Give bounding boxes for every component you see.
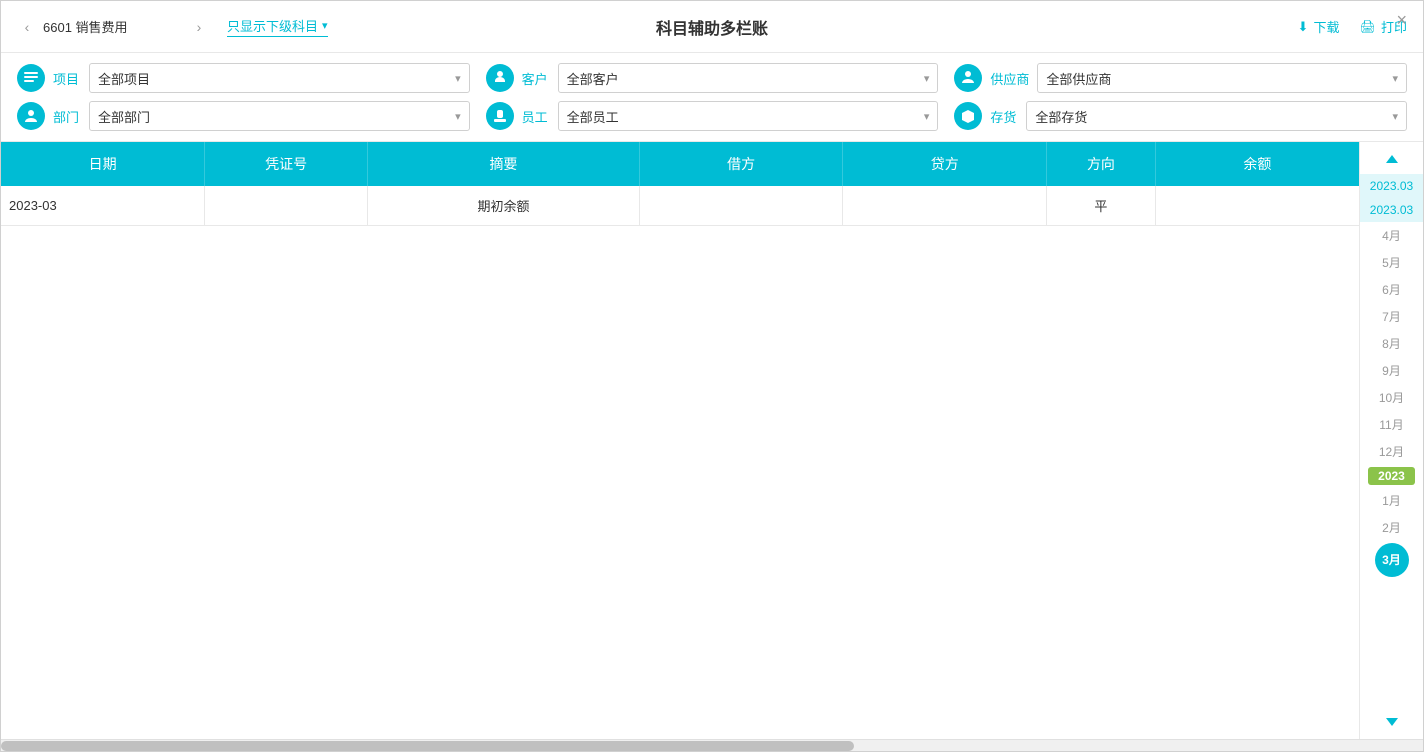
- supplier-arrow-icon: ▾: [1392, 72, 1398, 85]
- supplier-select[interactable]: 全部供应商 ▾: [1037, 63, 1407, 93]
- dept-filter-item: 部门 全部部门 ▾: [17, 101, 470, 131]
- customer-value: 全部客户: [567, 69, 619, 88]
- employee-select[interactable]: 全部员工 ▾: [558, 101, 939, 131]
- nav-area: ‹ 6601 销售费用 › 只显示下级科目 ▾: [17, 16, 328, 37]
- main-table-area: 日期 凭证号 摘要 借方 贷方 方向 余额 2023-03 期初余额: [1, 142, 1359, 739]
- close-button[interactable]: ×: [1396, 11, 1407, 29]
- customer-arrow-icon: ▾: [924, 72, 930, 85]
- employee-icon: [486, 102, 514, 130]
- cell-date: 2023-03: [1, 186, 205, 226]
- month-item-2[interactable]: 2月: [1360, 514, 1423, 541]
- month-item-7[interactable]: 7月: [1360, 303, 1423, 330]
- supplier-label: 供应商: [990, 69, 1029, 88]
- supplier-icon: [954, 64, 982, 92]
- download-label: 下载: [1313, 17, 1339, 36]
- month-item-9[interactable]: 9月: [1360, 357, 1423, 384]
- col-debit: 借方: [639, 142, 843, 186]
- scrollbar-thumb[interactable]: [1, 741, 854, 751]
- project-label: 项目: [53, 69, 81, 88]
- month-up-arrow[interactable]: [1378, 146, 1406, 174]
- top-bar: ‹ 6601 销售费用 › 只显示下级科目 ▾ 科目辅助多栏账 ⬇ 下载 🖨 打…: [1, 1, 1423, 53]
- dept-select[interactable]: 全部部门 ▾: [89, 101, 470, 131]
- inventory-icon: [954, 102, 982, 130]
- supplier-value: 全部供应商: [1046, 69, 1111, 88]
- inventory-value: 全部存货: [1035, 107, 1087, 126]
- month-item-8[interactable]: 8月: [1360, 330, 1423, 357]
- month-item-10[interactable]: 10月: [1360, 384, 1423, 411]
- prev-arrow[interactable]: ‹: [17, 17, 37, 37]
- employee-label: 员工: [522, 107, 550, 126]
- col-direction: 方向: [1047, 142, 1156, 186]
- col-summary: 摘要: [368, 142, 640, 186]
- project-select[interactable]: 全部项目 ▾: [89, 63, 470, 93]
- cell-balance: [1155, 186, 1359, 226]
- year-label-2023[interactable]: 2023: [1368, 467, 1415, 485]
- col-credit: 贷方: [843, 142, 1047, 186]
- horizontal-scrollbar[interactable]: [1, 739, 1423, 751]
- dept-value: 全部部门: [98, 107, 150, 126]
- account-code: 6601 销售费用: [43, 17, 183, 36]
- project-icon: [17, 64, 45, 92]
- show-sub-toggle[interactable]: 只显示下级科目 ▾: [227, 16, 328, 37]
- col-voucher: 凭证号: [205, 142, 368, 186]
- dept-icon: [17, 102, 45, 130]
- employee-arrow-icon: ▾: [924, 110, 930, 123]
- inventory-arrow-icon: ▾: [1392, 110, 1398, 123]
- month-item-5[interactable]: 5月: [1360, 249, 1423, 276]
- show-sub-arrow-icon: ▾: [322, 19, 328, 32]
- customer-icon: [486, 64, 514, 92]
- print-icon: 🖨: [1359, 19, 1376, 35]
- employee-value: 全部员工: [567, 107, 619, 126]
- inventory-label: 存货: [990, 107, 1018, 126]
- month-item-3-active[interactable]: 3月: [1375, 543, 1409, 577]
- month-item-4[interactable]: 4月: [1360, 222, 1423, 249]
- cell-summary: 期初余额: [368, 186, 640, 226]
- project-value: 全部项目: [98, 69, 150, 88]
- customer-filter-item: 客户 全部客户 ▾: [486, 63, 939, 93]
- top-actions: ⬇ 下载 🖨 打印: [1298, 17, 1407, 36]
- table-row[interactable]: 2023-03 期初余额 平: [1, 186, 1359, 226]
- supplier-filter-item: 供应商 全部供应商 ▾: [954, 63, 1407, 93]
- project-filter-item: 项目 全部项目 ▾: [17, 63, 470, 93]
- main-window: ‹ 6601 销售费用 › 只显示下级科目 ▾ 科目辅助多栏账 ⬇ 下载 🖨 打…: [0, 0, 1424, 752]
- col-balance: 余额: [1155, 142, 1359, 186]
- filter-area: 项目 全部项目 ▾ 客户 全部客户 ▾: [1, 53, 1423, 142]
- month-item-12[interactable]: 12月: [1360, 438, 1423, 465]
- project-arrow-icon: ▾: [455, 72, 461, 85]
- cell-debit: [639, 186, 843, 226]
- dept-arrow-icon: ▾: [455, 110, 461, 123]
- employee-filter-item: 员工 全部员工 ▾: [486, 101, 939, 131]
- cell-direction: 平: [1047, 186, 1156, 226]
- page-title: 科目辅助多栏账: [656, 15, 768, 39]
- next-arrow[interactable]: ›: [189, 17, 209, 37]
- month-item-11[interactable]: 11月: [1360, 411, 1423, 438]
- ledger-table: 日期 凭证号 摘要 借方 贷方 方向 余额 2023-03 期初余额: [1, 142, 1359, 226]
- inventory-filter-item: 存货 全部存货 ▾: [954, 101, 1407, 131]
- month-down-arrow[interactable]: [1378, 707, 1406, 735]
- download-button[interactable]: ⬇ 下载: [1298, 17, 1340, 36]
- col-date: 日期: [1, 142, 205, 186]
- month-item-6[interactable]: 6月: [1360, 276, 1423, 303]
- inventory-select[interactable]: 全部存货 ▾: [1026, 101, 1407, 131]
- month-item-2023-03-end[interactable]: 2023.03: [1360, 198, 1423, 222]
- filter-row-2: 部门 全部部门 ▾ 员工 全部员工 ▾: [17, 101, 1407, 131]
- cell-voucher: [205, 186, 368, 226]
- month-item-2023-03-start[interactable]: 2023.03: [1360, 174, 1423, 198]
- customer-label: 客户: [522, 69, 550, 88]
- month-panel: 2023.03 2023.03 4月 5月 6月 7月 8月 9月 10月 11…: [1359, 142, 1423, 739]
- dept-label: 部门: [53, 107, 81, 126]
- filter-row-1: 项目 全部项目 ▾ 客户 全部客户 ▾: [17, 63, 1407, 93]
- cell-credit: [843, 186, 1047, 226]
- customer-select[interactable]: 全部客户 ▾: [558, 63, 939, 93]
- show-sub-label: 只显示下级科目: [227, 16, 318, 35]
- table-container: 日期 凭证号 摘要 借方 贷方 方向 余额 2023-03 期初余额: [1, 142, 1423, 739]
- download-icon: ⬇: [1298, 19, 1309, 35]
- month-item-1[interactable]: 1月: [1360, 487, 1423, 514]
